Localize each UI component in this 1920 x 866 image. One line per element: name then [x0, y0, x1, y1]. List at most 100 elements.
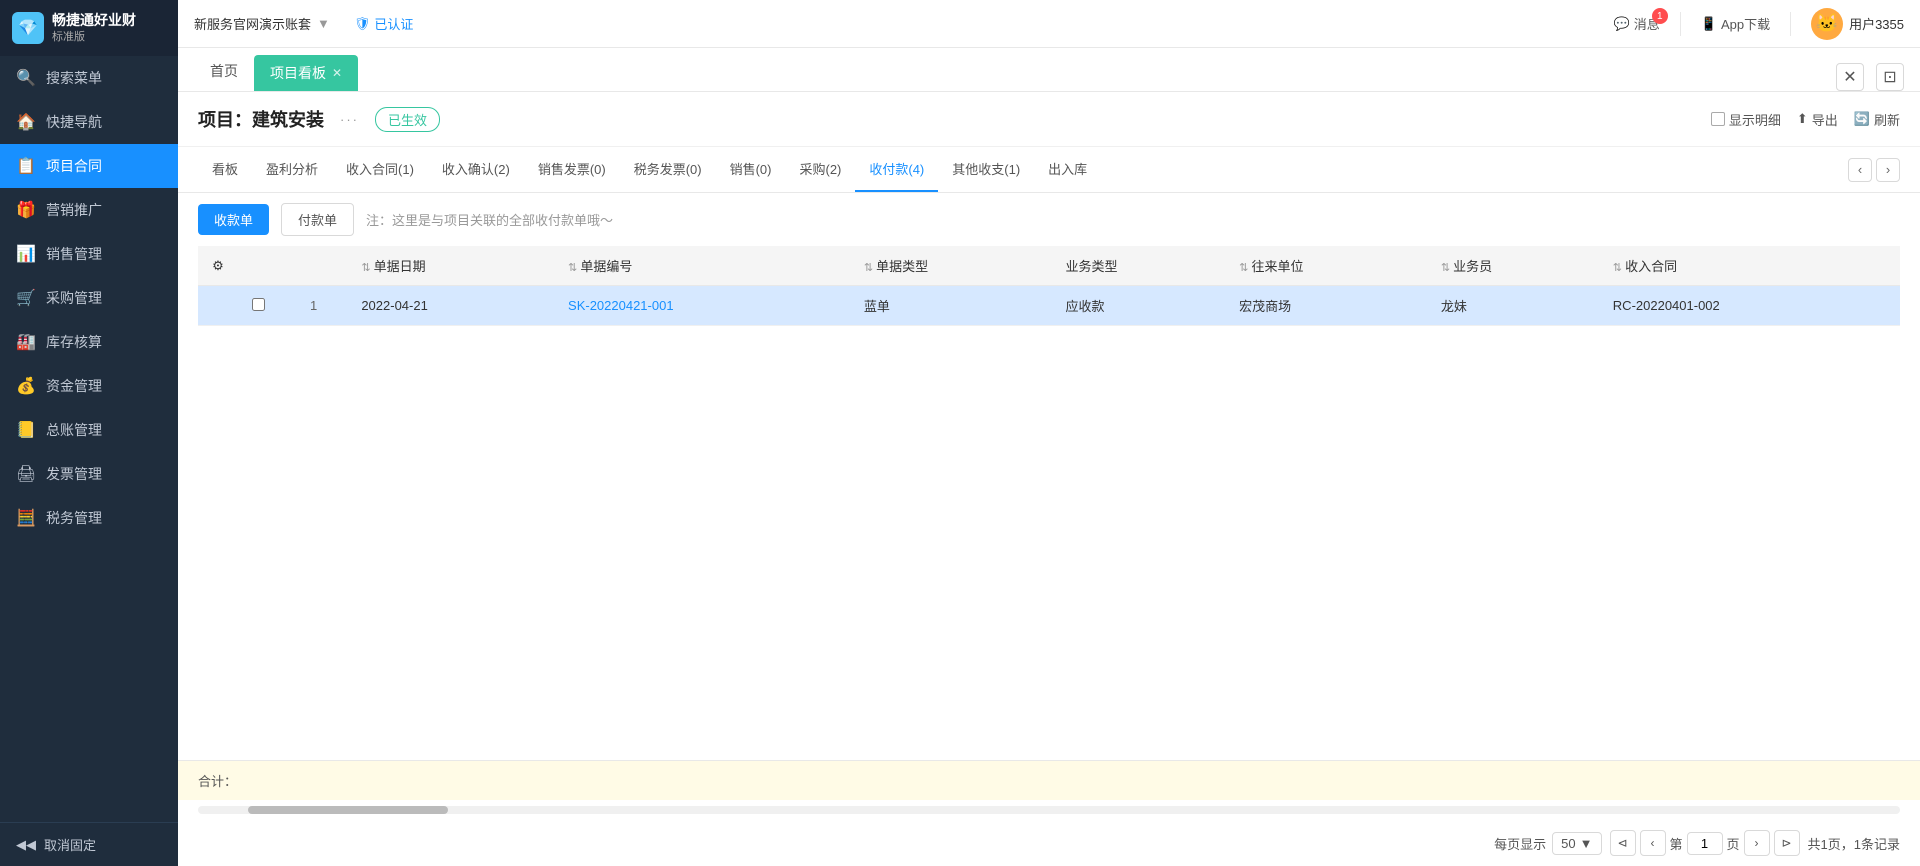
total-info: 共1页，1条记录	[1808, 834, 1900, 853]
message-badge: 1	[1652, 8, 1668, 24]
divider2	[1790, 12, 1791, 36]
sidebar: 💎 畅捷通好业财 标准版 🔍搜索菜单🏠快捷导航📋项目合同🎁营销推广📊销售管理🛒采…	[0, 0, 178, 866]
horizontal-scrollbar[interactable]	[178, 800, 1920, 820]
sub-tab-other-expense[interactable]: 其他收支(1)	[938, 147, 1034, 192]
sidebar-label-quick-nav: 快捷导航	[46, 112, 102, 132]
col-gear[interactable]: ⚙	[198, 246, 238, 286]
sidebar-label-sales-mgmt: 销售管理	[46, 244, 102, 264]
sidebar-icon-marketing: 🎁	[16, 200, 36, 220]
page-size-label: 每页显示	[1494, 834, 1546, 853]
sub-tab-purchase[interactable]: 采购(2)	[785, 147, 855, 192]
app-edition: 标准版	[52, 28, 136, 44]
message-btn[interactable]: 💬 消息 1	[1614, 14, 1660, 33]
sidebar-label-invoice: 发票管理	[46, 464, 102, 484]
sidebar-item-tax[interactable]: 🧮税务管理	[0, 496, 178, 540]
sidebar-item-project-contract[interactable]: 📋 项目合同	[0, 144, 178, 188]
scrollbar-thumb[interactable]	[248, 806, 448, 814]
account-selector[interactable]: 新服务官网演示账套 ▼	[194, 14, 330, 33]
sidebar-icon-search: 🔍	[16, 68, 36, 88]
sidebar-icon-project-contract: 📋	[16, 156, 36, 176]
payment-btn[interactable]: 付款单	[281, 203, 354, 236]
sidebar-item-search[interactable]: 🔍搜索菜单	[0, 56, 178, 100]
window-maximize-btn[interactable]: ⊡	[1876, 63, 1904, 91]
sub-tab-receipt[interactable]: 收付款(4)	[855, 147, 938, 192]
window-close-btn[interactable]: ✕	[1836, 63, 1864, 91]
col-partner[interactable]: 往来单位	[1227, 246, 1429, 286]
refresh-btn[interactable]: 🔄 刷新	[1854, 110, 1900, 129]
first-page-btn[interactable]: ⊲	[1610, 830, 1636, 856]
sidebar-label-marketing: 营销推广	[46, 200, 102, 220]
app-logo-icon: 💎	[12, 12, 44, 44]
sub-tab-sales-invoice[interactable]: 销售发票(0)	[524, 147, 620, 192]
export-label: 导出	[1812, 110, 1838, 129]
current-page-input[interactable]	[1687, 832, 1723, 855]
sidebar-item-quick-nav[interactable]: 🏠 快捷导航	[0, 100, 178, 144]
total-label: 合计：	[198, 771, 237, 790]
sidebar-item-inventory[interactable]: 🏭库存核算	[0, 320, 178, 364]
sidebar-label-project-contract: 项目合同	[46, 156, 102, 176]
cell-code-0[interactable]: SK-20220421-001	[556, 286, 852, 326]
last-page-btn[interactable]: ⊳	[1774, 830, 1800, 856]
col-type[interactable]: 单据类型	[852, 246, 1054, 286]
tab-close-icon[interactable]: ✕	[332, 66, 342, 80]
sidebar-icon-quick-nav: 🏠	[16, 112, 36, 132]
col-income-contract[interactable]: 收入合同	[1601, 246, 1900, 286]
topbar-left: 新服务官网演示账套 ▼ 🛡 已认证	[194, 14, 1614, 33]
sidebar-label-inventory: 库存核算	[46, 332, 102, 352]
tab-home[interactable]: 首页	[194, 53, 254, 91]
sidebar-item-purchase-mgmt[interactable]: 🛒采购管理	[0, 276, 178, 320]
cell-income-contract-0: RC-20220401-002	[1601, 286, 1900, 326]
account-dropdown-arrow: ▼	[317, 16, 330, 31]
refresh-label: 刷新	[1874, 110, 1900, 129]
app-download-label: App下载	[1721, 14, 1770, 33]
page-size-select[interactable]: 50 ▼	[1552, 832, 1601, 855]
project-label: 项目：建筑安装	[198, 106, 324, 132]
tab-home-label: 首页	[210, 61, 238, 81]
sub-tabs-next[interactable]: ›	[1876, 158, 1900, 182]
show-detail-btn[interactable]: 显示明细	[1711, 110, 1781, 129]
sub-tab-tax-invoice[interactable]: 税务发票(0)	[620, 147, 716, 192]
col-salesman[interactable]: 业务员	[1429, 246, 1601, 286]
sidebar-item-capital[interactable]: 💰资金管理	[0, 364, 178, 408]
col-num	[278, 246, 349, 286]
sidebar-item-marketing[interactable]: 🎁 营销推广	[0, 188, 178, 232]
sub-tab-sales[interactable]: 销售(0)	[716, 147, 786, 192]
col-date[interactable]: 单据日期	[349, 246, 556, 286]
table-footer: 合计：	[178, 760, 1920, 800]
user-info[interactable]: 🐱 用户3355	[1811, 8, 1904, 40]
sidebar-item-invoice[interactable]: 🖨发票管理	[0, 452, 178, 496]
col-code[interactable]: 单据编号	[556, 246, 852, 286]
page-label: 第	[1670, 834, 1683, 853]
user-avatar: 🐱	[1811, 8, 1843, 40]
sidebar-unpin[interactable]: ◀◀ 取消固定	[0, 822, 178, 866]
sidebar-item-sales-mgmt[interactable]: 📊销售管理	[0, 232, 178, 276]
next-page-btn[interactable]: ›	[1744, 830, 1770, 856]
page-size-value: 50	[1561, 836, 1575, 851]
sub-tab-income-contract[interactable]: 收入合同(1)	[332, 147, 428, 192]
data-table: ⚙ 单据日期 单据编号 单据类型 业务类型 往来单位 业务员 收入合同	[198, 246, 1900, 326]
table-row[interactable]: 1 2022-04-21 SK-20220421-001 蓝单 应收款 宏茂商场…	[198, 286, 1900, 326]
receipt-btn[interactable]: 收款单	[198, 204, 269, 235]
project-more-btn[interactable]: ···	[340, 112, 359, 127]
sub-tab-kanban[interactable]: 看板	[198, 147, 252, 192]
topbar-right: 💬 消息 1 📱 App下载 🐱 用户3355	[1614, 8, 1904, 40]
divider	[1680, 12, 1681, 36]
sidebar-item-ledger[interactable]: 📒总账管理	[0, 408, 178, 452]
tab-project-board[interactable]: 项目看板 ✕	[254, 55, 358, 91]
export-btn[interactable]: ⬆ 导出	[1797, 110, 1838, 129]
window-controls: ✕ ⊡	[1836, 63, 1904, 91]
sidebar-label-purchase-mgmt: 采购管理	[46, 288, 102, 308]
shield-icon: 🛡	[354, 16, 371, 32]
show-detail-checkbox[interactable]	[1711, 112, 1725, 126]
cell-check-0[interactable]	[238, 286, 278, 326]
tabbar: 首页 项目看板 ✕ ✕ ⊡	[178, 48, 1920, 92]
sidebar-label-ledger: 总账管理	[46, 420, 102, 440]
cell-biz-type-0: 应收款	[1054, 286, 1228, 326]
sub-tab-inout[interactable]: 出入库	[1034, 147, 1101, 192]
show-detail-label: 显示明细	[1729, 110, 1781, 129]
sub-tabs-prev[interactable]: ‹	[1848, 158, 1872, 182]
sub-tab-profit[interactable]: 盈利分析	[252, 147, 332, 192]
sub-tab-income-confirm[interactable]: 收入确认(2)	[428, 147, 524, 192]
prev-page-btn[interactable]: ‹	[1640, 830, 1666, 856]
app-download-btn[interactable]: 📱 App下载	[1701, 14, 1770, 33]
